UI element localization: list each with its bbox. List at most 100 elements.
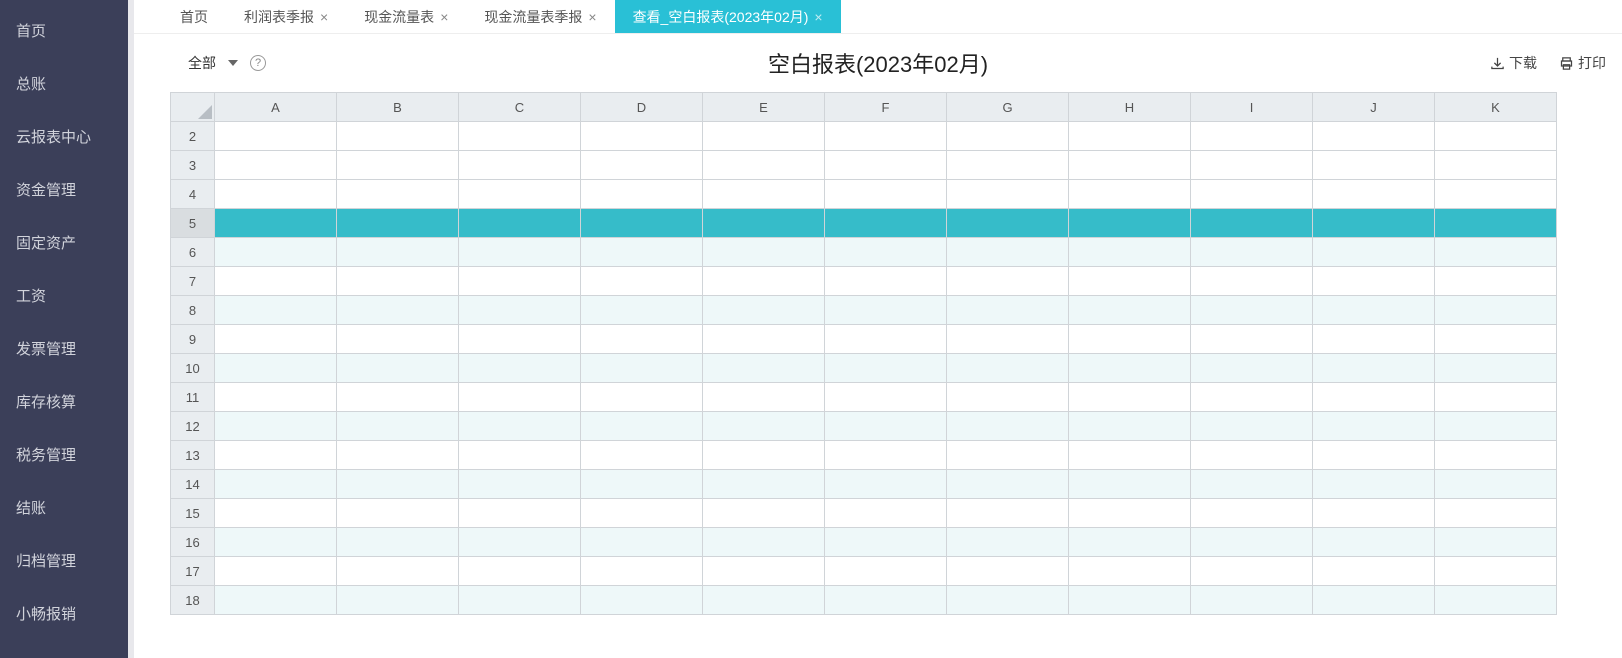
cell-J18[interactable] (1313, 586, 1435, 615)
cell-D8[interactable] (581, 296, 703, 325)
cell-I7[interactable] (1191, 267, 1313, 296)
cell-F14[interactable] (825, 470, 947, 499)
cell-G10[interactable] (947, 354, 1069, 383)
cell-F16[interactable] (825, 528, 947, 557)
row-header-2[interactable]: 2 (171, 122, 215, 151)
cell-D17[interactable] (581, 557, 703, 586)
cell-B11[interactable] (337, 383, 459, 412)
sidebar-item-0[interactable]: 首页 (0, 4, 128, 57)
cell-I12[interactable] (1191, 412, 1313, 441)
cell-C13[interactable] (459, 441, 581, 470)
cell-E9[interactable] (703, 325, 825, 354)
cell-F10[interactable] (825, 354, 947, 383)
cell-C16[interactable] (459, 528, 581, 557)
row-header-16[interactable]: 16 (171, 528, 215, 557)
cell-D5[interactable] (581, 209, 703, 238)
cell-A13[interactable] (215, 441, 337, 470)
close-icon[interactable]: × (588, 9, 596, 25)
cell-B16[interactable] (337, 528, 459, 557)
row-header-4[interactable]: 4 (171, 180, 215, 209)
cell-H5[interactable] (1069, 209, 1191, 238)
cell-E13[interactable] (703, 441, 825, 470)
cell-C14[interactable] (459, 470, 581, 499)
cell-K4[interactable] (1435, 180, 1557, 209)
column-header-A[interactable]: A (215, 93, 337, 122)
row-header-10[interactable]: 10 (171, 354, 215, 383)
cell-C6[interactable] (459, 238, 581, 267)
close-icon[interactable]: × (320, 9, 328, 25)
cell-A15[interactable] (215, 499, 337, 528)
cell-H12[interactable] (1069, 412, 1191, 441)
cell-G11[interactable] (947, 383, 1069, 412)
row-header-6[interactable]: 6 (171, 238, 215, 267)
cell-B5[interactable] (337, 209, 459, 238)
cell-J3[interactable] (1313, 151, 1435, 180)
cell-G17[interactable] (947, 557, 1069, 586)
cell-F13[interactable] (825, 441, 947, 470)
column-header-J[interactable]: J (1313, 93, 1435, 122)
cell-J13[interactable] (1313, 441, 1435, 470)
cell-F4[interactable] (825, 180, 947, 209)
cell-J17[interactable] (1313, 557, 1435, 586)
cell-G7[interactable] (947, 267, 1069, 296)
cell-C15[interactable] (459, 499, 581, 528)
cell-B3[interactable] (337, 151, 459, 180)
cell-A14[interactable] (215, 470, 337, 499)
cell-F8[interactable] (825, 296, 947, 325)
cell-K18[interactable] (1435, 586, 1557, 615)
cell-I16[interactable] (1191, 528, 1313, 557)
cell-I14[interactable] (1191, 470, 1313, 499)
help-icon[interactable]: ? (250, 55, 266, 71)
cell-B10[interactable] (337, 354, 459, 383)
cell-J11[interactable] (1313, 383, 1435, 412)
cell-E3[interactable] (703, 151, 825, 180)
cell-G12[interactable] (947, 412, 1069, 441)
cell-J16[interactable] (1313, 528, 1435, 557)
cell-C5[interactable] (459, 209, 581, 238)
cell-J2[interactable] (1313, 122, 1435, 151)
cell-G3[interactable] (947, 151, 1069, 180)
cell-A3[interactable] (215, 151, 337, 180)
cell-H6[interactable] (1069, 238, 1191, 267)
cell-D13[interactable] (581, 441, 703, 470)
cell-H17[interactable] (1069, 557, 1191, 586)
cell-I11[interactable] (1191, 383, 1313, 412)
cell-D14[interactable] (581, 470, 703, 499)
cell-I5[interactable] (1191, 209, 1313, 238)
tab-3[interactable]: 现金流量表季报× (466, 0, 614, 33)
column-header-D[interactable]: D (581, 93, 703, 122)
cell-K17[interactable] (1435, 557, 1557, 586)
cell-J7[interactable] (1313, 267, 1435, 296)
cell-D18[interactable] (581, 586, 703, 615)
cell-A18[interactable] (215, 586, 337, 615)
cell-C18[interactable] (459, 586, 581, 615)
cell-K12[interactable] (1435, 412, 1557, 441)
sidebar-item-6[interactable]: 发票管理 (0, 322, 128, 375)
cell-H11[interactable] (1069, 383, 1191, 412)
cell-I17[interactable] (1191, 557, 1313, 586)
cell-B13[interactable] (337, 441, 459, 470)
cell-G18[interactable] (947, 586, 1069, 615)
cell-K8[interactable] (1435, 296, 1557, 325)
cell-C9[interactable] (459, 325, 581, 354)
tab-1[interactable]: 利润表季报× (226, 0, 346, 33)
cell-E12[interactable] (703, 412, 825, 441)
row-header-14[interactable]: 14 (171, 470, 215, 499)
cell-E5[interactable] (703, 209, 825, 238)
select-all-corner[interactable] (171, 93, 215, 122)
cell-J9[interactable] (1313, 325, 1435, 354)
sidebar-item-11[interactable]: 小畅报销 (0, 587, 128, 640)
cell-G9[interactable] (947, 325, 1069, 354)
row-header-8[interactable]: 8 (171, 296, 215, 325)
cell-H2[interactable] (1069, 122, 1191, 151)
cell-B4[interactable] (337, 180, 459, 209)
cell-A10[interactable] (215, 354, 337, 383)
cell-C4[interactable] (459, 180, 581, 209)
row-header-15[interactable]: 15 (171, 499, 215, 528)
cell-H3[interactable] (1069, 151, 1191, 180)
cell-F17[interactable] (825, 557, 947, 586)
cell-B6[interactable] (337, 238, 459, 267)
cell-F6[interactable] (825, 238, 947, 267)
cell-D7[interactable] (581, 267, 703, 296)
cell-I18[interactable] (1191, 586, 1313, 615)
